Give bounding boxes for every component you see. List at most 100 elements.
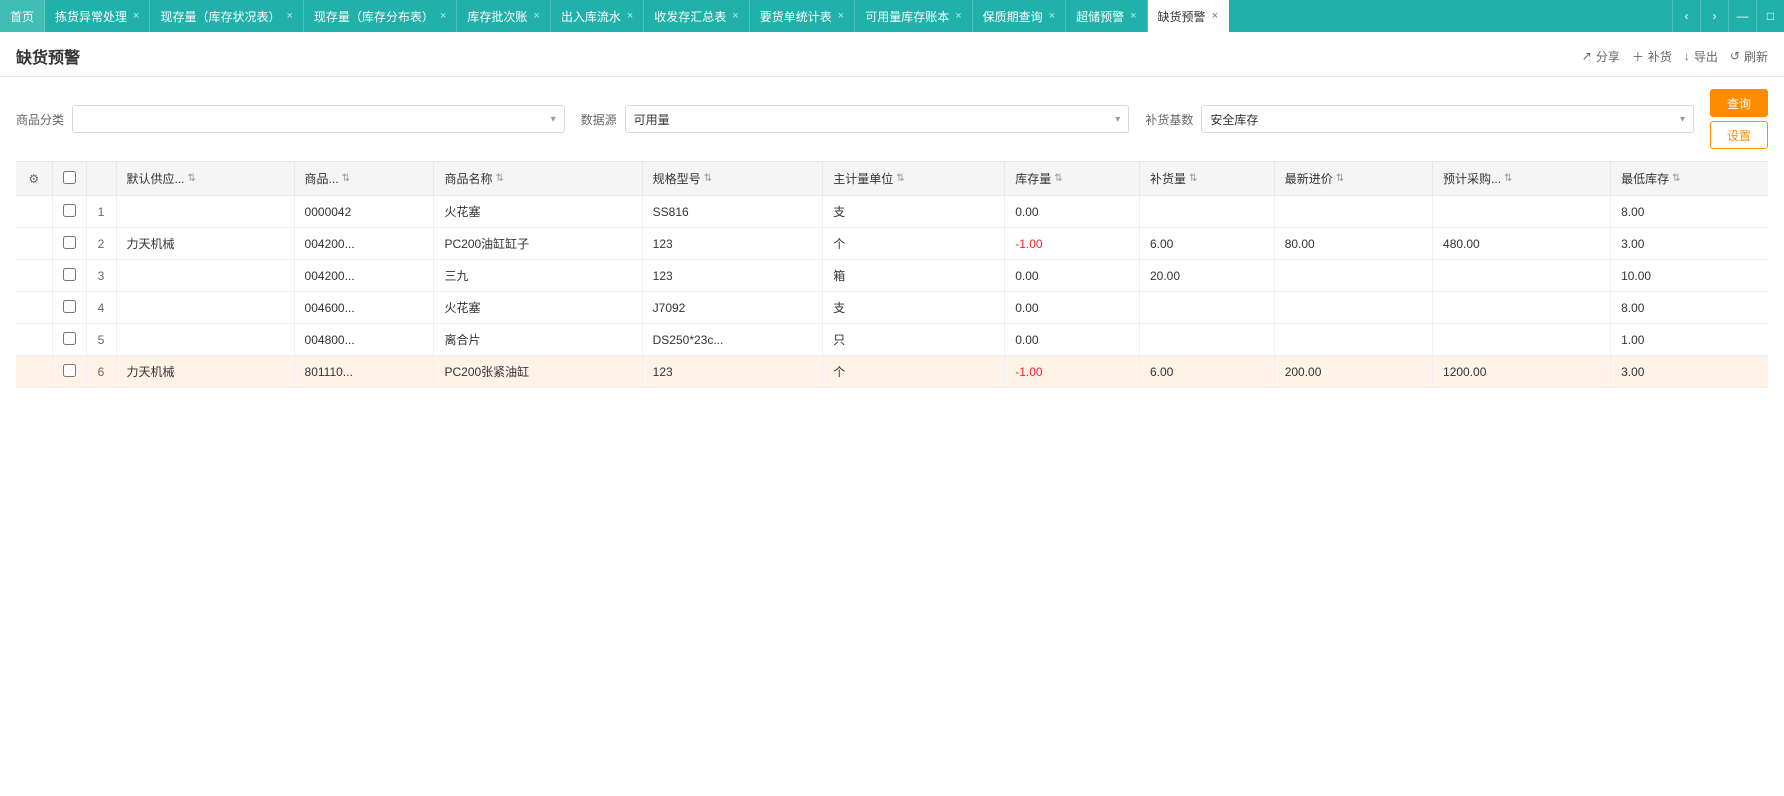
col-header-spec[interactable]: 规格型号⇅ <box>642 162 823 196</box>
row-checkbox-5[interactable] <box>63 364 76 377</box>
cell-name: PC200油缸缸子 <box>434 228 642 260</box>
query-button[interactable]: 查询 <box>1710 89 1768 117</box>
tab-available-ledger[interactable]: 可用量库存账本× <box>855 0 972 32</box>
row-checkbox-0[interactable] <box>63 204 76 217</box>
row-gear-cell <box>16 356 52 388</box>
tab-overstock[interactable]: 超储预警 × <box>1066 0 1147 32</box>
tab-stock-status[interactable]: 现存量（库存状况表）× <box>150 0 303 32</box>
category-chevron-icon: ▾ <box>551 114 556 125</box>
replenish-base-value: 安全库存 <box>1210 111 1258 128</box>
page-title: 缺货预警 <box>16 44 1582 68</box>
datasource-select[interactable]: 可用量 ▾ <box>625 105 1130 133</box>
col-header-est_purchase[interactable]: 预计采购...⇅ <box>1433 162 1611 196</box>
gear-icon[interactable]: ⚙ <box>28 172 39 186</box>
tab-nav-buttons: ‹ › — □ <box>1672 0 1784 32</box>
tab-close-expiry-query[interactable]: × <box>1049 10 1055 22</box>
tab-home[interactable]: 首页 <box>0 0 45 32</box>
tab-close-receive-summary[interactable]: × <box>732 10 738 22</box>
col-header-unit[interactable]: 主计量单位⇅ <box>823 162 1005 196</box>
tab-inout-flow[interactable]: 出入库流水 × <box>551 0 644 32</box>
tab-receive-summary[interactable]: 收发存汇总表 × <box>644 0 749 32</box>
col-header-name[interactable]: 商品名称⇅ <box>434 162 642 196</box>
tab-close-stock-dist[interactable]: × <box>440 10 446 22</box>
datasource-value: 可用量 <box>634 111 670 128</box>
sort-icon-spec: ⇅ <box>704 173 712 184</box>
sort-replenish[interactable]: 补货量⇅ <box>1150 170 1264 187</box>
sort-latest_price[interactable]: 最新进价⇅ <box>1285 170 1422 187</box>
cell-latest_price: 200.00 <box>1274 356 1432 388</box>
sort-code[interactable]: 商品...⇅ <box>305 170 424 187</box>
category-label: 商品分类 <box>16 111 64 128</box>
sort-name[interactable]: 商品名称⇅ <box>444 170 631 187</box>
tab-demand-stat[interactable]: 要货单统计表× <box>750 0 855 32</box>
row-num: 5 <box>86 324 116 356</box>
col-header-stock[interactable]: 库存量⇅ <box>1005 162 1140 196</box>
share-button[interactable]: ↗ 分享 <box>1582 48 1620 65</box>
cell-code: 004800... <box>294 324 434 356</box>
tab-close-exception[interactable]: × <box>133 10 139 22</box>
cell-replenish: 20.00 <box>1139 260 1274 292</box>
tab-exception[interactable]: 拣货异常处理× <box>45 0 150 32</box>
sort-spec[interactable]: 规格型号⇅ <box>653 170 813 187</box>
row-checkbox-2[interactable] <box>63 268 76 281</box>
cell-stock: -1.00 <box>1005 356 1140 388</box>
sort-supplier[interactable]: 默认供应...⇅ <box>127 170 284 187</box>
sort-icon-latest_price: ⇅ <box>1336 173 1344 184</box>
sort-unit[interactable]: 主计量单位⇅ <box>833 170 994 187</box>
cell-spec: 123 <box>642 356 823 388</box>
replenish-base-chevron-icon: ▾ <box>1680 114 1685 125</box>
tab-label: 超储预警 <box>1076 8 1124 25</box>
refresh-button[interactable]: ↺ 刷新 <box>1730 48 1768 65</box>
settings-button[interactable]: 设置 <box>1710 121 1768 149</box>
window-minimize[interactable]: — <box>1728 0 1756 32</box>
cell-code: 004600... <box>294 292 434 324</box>
category-select[interactable]: ▾ <box>72 105 565 133</box>
select-all-checkbox[interactable] <box>63 171 76 184</box>
row-checkbox-3[interactable] <box>63 300 76 313</box>
col-header-latest_price[interactable]: 最新进价⇅ <box>1274 162 1432 196</box>
tab-close-stock-status[interactable]: × <box>286 10 292 22</box>
tab-batch-account[interactable]: 库存批次账× <box>457 0 550 32</box>
share-icon: ↗ <box>1582 49 1592 63</box>
tab-expiry-query[interactable]: 保质期查询 × <box>973 0 1066 32</box>
datasource-filter: 数据源 可用量 ▾ <box>581 105 1130 133</box>
tab-close-available-ledger[interactable]: × <box>955 10 961 22</box>
tab-stock-dist[interactable]: 现存量（库存分布表）× <box>304 0 457 32</box>
cell-est_purchase: 480.00 <box>1433 228 1611 260</box>
tab-close-shortage[interactable]: × <box>1212 10 1218 22</box>
cell-code: 004200... <box>294 228 434 260</box>
sort-stock[interactable]: 库存量⇅ <box>1015 170 1129 187</box>
header-actions: ↗ 分享 ＋ 补货 ↓ 导出 ↺ 刷新 <box>1582 48 1768 65</box>
col-header-code[interactable]: 商品...⇅ <box>294 162 434 196</box>
col-header-min_stock[interactable]: 最低库存⇅ <box>1611 162 1768 196</box>
replenish-base-select[interactable]: 安全库存 ▾ <box>1201 105 1694 133</box>
cell-replenish <box>1139 324 1274 356</box>
row-checkbox-1[interactable] <box>63 236 76 249</box>
tab-close-demand-stat[interactable]: × <box>838 10 844 22</box>
export-button[interactable]: ↓ 导出 <box>1684 48 1718 65</box>
col-header-replenish[interactable]: 补货量⇅ <box>1139 162 1274 196</box>
col-header-gear: ⚙ <box>16 162 52 196</box>
tab-label: 收发存汇总表 <box>654 8 726 25</box>
replenish-button[interactable]: ＋ 补货 <box>1632 48 1672 65</box>
row-checkbox-4[interactable] <box>63 332 76 345</box>
row-checkbox-cell <box>52 196 86 228</box>
cell-spec: DS250*23c... <box>642 324 823 356</box>
cell-name: 火花塞 <box>434 196 642 228</box>
tab-close-overstock[interactable]: × <box>1130 10 1136 22</box>
tab-label: 出入库流水 <box>561 8 621 25</box>
filter-row: 商品分类 ▾ 数据源 可用量 ▾ 补货基数 安全库存 ▾ 查询 设置 <box>0 77 1784 161</box>
cell-supplier: 力天机械 <box>116 356 294 388</box>
window-maximize[interactable]: □ <box>1756 0 1784 32</box>
row-gear-cell <box>16 324 52 356</box>
tab-scroll-right[interactable]: › <box>1700 0 1728 32</box>
tab-close-batch-account[interactable]: × <box>533 10 539 22</box>
sort-est_purchase[interactable]: 预计采购...⇅ <box>1443 170 1600 187</box>
cell-code: 0000042 <box>294 196 434 228</box>
sort-min_stock[interactable]: 最低库存⇅ <box>1621 170 1758 187</box>
tab-shortage[interactable]: 缺货预警× <box>1148 0 1229 32</box>
tab-scroll-left[interactable]: ‹ <box>1672 0 1700 32</box>
tab-close-inout-flow[interactable]: × <box>627 10 633 22</box>
col-header-supplier[interactable]: 默认供应...⇅ <box>116 162 294 196</box>
tab-label: 保质期查询 <box>983 8 1043 25</box>
